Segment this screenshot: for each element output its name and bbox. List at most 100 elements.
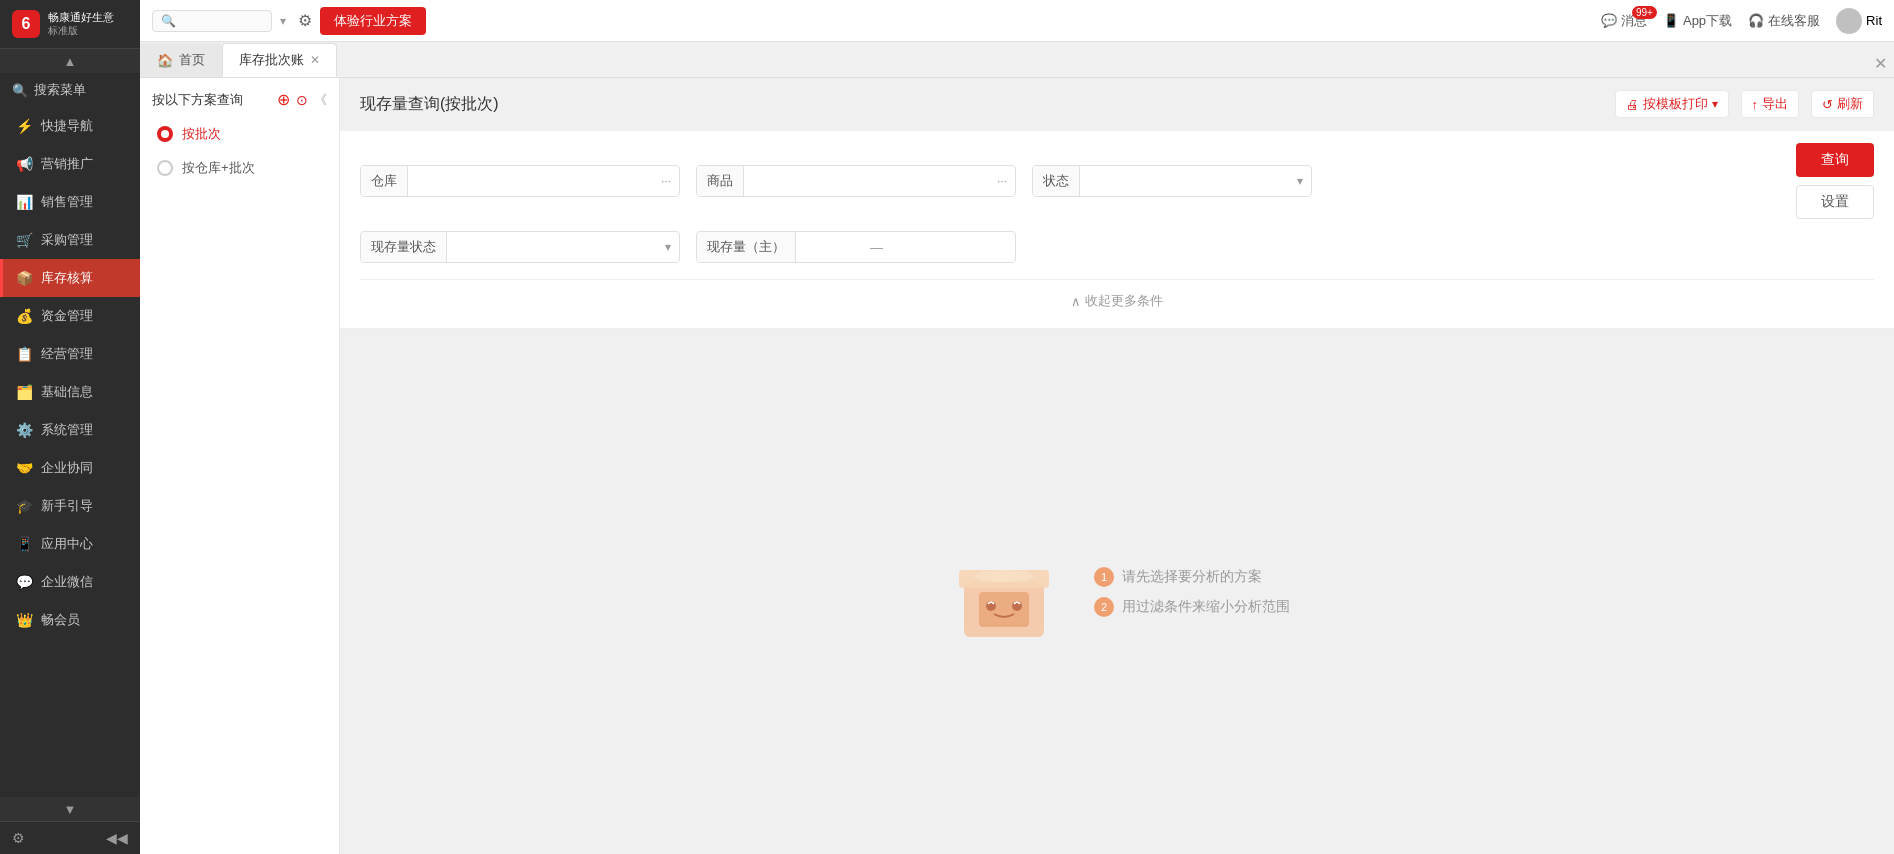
status-field[interactable]: 状态 ▾ bbox=[1032, 165, 1312, 197]
sidebar-scroll-down[interactable]: ▼ bbox=[0, 797, 140, 821]
query-button[interactable]: 查询 bbox=[1796, 143, 1874, 177]
filter-add-icon[interactable]: ⊕ bbox=[277, 90, 290, 109]
experience-btn[interactable]: 体验行业方案 bbox=[320, 7, 426, 35]
topbar-online-service[interactable]: 🎧 在线客服 bbox=[1748, 12, 1820, 30]
warehouse-more-icon[interactable]: ··· bbox=[653, 174, 679, 188]
tab-inventory-batch-label: 库存批次账 bbox=[239, 51, 304, 69]
topbar-search-box[interactable]: 🔍 bbox=[152, 10, 272, 32]
sidebar-item-system[interactable]: ⚙️ 系统管理 bbox=[0, 411, 140, 449]
sidebar-nav: ⚡ 快捷导航 📢 营销推广 📊 销售管理 🛒 采购管理 📦 库存核算 💰 资金管… bbox=[0, 107, 140, 797]
system-icon: ⚙️ bbox=[15, 421, 33, 439]
filter-panel-title: 按以下方案查询 bbox=[152, 91, 243, 109]
tab-inventory-batch[interactable]: 库存批次账 ✕ bbox=[222, 43, 337, 77]
stock-status-dropdown-icon[interactable]: ▾ bbox=[657, 240, 679, 254]
sidebar-item-marketing[interactable]: 📢 营销推广 bbox=[0, 145, 140, 183]
headset-icon: 🎧 bbox=[1748, 13, 1764, 28]
collapse-label: 收起更多条件 bbox=[1085, 292, 1163, 310]
finance-icon: 💰 bbox=[15, 307, 33, 325]
collapse-sidebar-icon[interactable]: ◀◀ bbox=[106, 830, 128, 846]
topbar-dropdown-arrow[interactable]: ▾ bbox=[280, 14, 286, 28]
purchase-icon: 🛒 bbox=[15, 231, 33, 249]
stock-status-field[interactable]: 现存量状态 ▾ bbox=[360, 231, 680, 263]
empty-illustration bbox=[944, 532, 1064, 652]
filter-panel-header: 按以下方案查询 ⊕ ⊙ 《 bbox=[140, 90, 339, 117]
sidebar-item-finance[interactable]: 💰 资金管理 bbox=[0, 297, 140, 335]
warehouse-input[interactable] bbox=[408, 174, 653, 189]
status-dropdown-icon[interactable]: ▾ bbox=[1289, 174, 1311, 188]
edition-label: 标准版 bbox=[48, 24, 114, 38]
sidebar-logo: 6 畅康通好生意 标准版 bbox=[0, 0, 140, 49]
settings-icon[interactable]: ⚙ bbox=[12, 830, 25, 846]
stock-qty-from[interactable] bbox=[796, 240, 866, 255]
print-icon: 🖨 bbox=[1626, 97, 1639, 112]
basic-icon: 🗂️ bbox=[15, 383, 33, 401]
filter-collapse-icon[interactable]: 《 bbox=[314, 91, 327, 109]
product-field[interactable]: 商品 ··· bbox=[696, 165, 1016, 197]
sidebar-search-label: 搜索菜单 bbox=[34, 81, 86, 99]
sidebar-item-new-guide[interactable]: 🎓 新手引导 bbox=[0, 487, 140, 525]
stock-qty-to[interactable] bbox=[887, 240, 957, 255]
svg-point-5 bbox=[974, 570, 1034, 582]
empty-state: 1 请先选择要分析的方案 2 用过滤条件来缩小分析范围 bbox=[340, 329, 1894, 854]
export-button[interactable]: ↑ 导出 bbox=[1741, 90, 1800, 118]
sidebar-item-label: 企业协同 bbox=[41, 459, 93, 477]
settings-button[interactable]: 设置 bbox=[1796, 185, 1874, 219]
sidebar: 6 畅康通好生意 标准版 ▲ 🔍 搜索菜单 ⚡ 快捷导航 📢 营销推广 📊 销售… bbox=[0, 0, 140, 854]
sidebar-item-enterprise-collab[interactable]: 🤝 企业协同 bbox=[0, 449, 140, 487]
filter-settings-icon[interactable]: ⊙ bbox=[296, 92, 308, 108]
status-label: 状态 bbox=[1033, 166, 1080, 196]
sidebar-item-label: 快捷导航 bbox=[41, 117, 93, 135]
sidebar-item-label: 资金管理 bbox=[41, 307, 93, 325]
filter-scheme-by-batch[interactable]: 按批次 bbox=[140, 117, 339, 151]
sidebar-item-app-center[interactable]: 📱 应用中心 bbox=[0, 525, 140, 563]
product-more-icon[interactable]: ··· bbox=[989, 174, 1015, 188]
sidebar-item-vip-club[interactable]: 👑 畅会员 bbox=[0, 601, 140, 639]
warehouse-field[interactable]: 仓库 ··· bbox=[360, 165, 680, 197]
sidebar-item-sales[interactable]: 📊 销售管理 bbox=[0, 183, 140, 221]
panel-close-button[interactable]: ✕ bbox=[1866, 49, 1894, 77]
sidebar-item-inventory[interactable]: 📦 库存核算 bbox=[0, 259, 140, 297]
filter-form-top: 仓库 ··· 商品 ··· bbox=[340, 131, 1894, 328]
refresh-button[interactable]: ↺ 刷新 bbox=[1811, 90, 1874, 118]
topbar-gear-icon[interactable]: ⚙ bbox=[298, 11, 312, 30]
sidebar-item-basic[interactable]: 🗂️ 基础信息 bbox=[0, 373, 140, 411]
empty-hints: 1 请先选择要分析的方案 2 用过滤条件来缩小分析范围 bbox=[1094, 567, 1290, 617]
filter-form-area: 仓库 ··· 商品 ··· bbox=[340, 131, 1894, 329]
print-button[interactable]: 🖨 按模板打印 ▾ bbox=[1615, 90, 1729, 118]
sidebar-item-purchase[interactable]: 🛒 采购管理 bbox=[0, 221, 140, 259]
collapse-more-btn[interactable]: ∧ 收起更多条件 bbox=[1071, 286, 1163, 316]
new-guide-icon: 🎓 bbox=[15, 497, 33, 515]
tab-close-icon[interactable]: ✕ bbox=[310, 53, 320, 67]
home-icon: 🏠 bbox=[157, 53, 173, 68]
stock-qty-field[interactable]: 现存量（主） — bbox=[696, 231, 1016, 263]
export-icon: ↑ bbox=[1752, 97, 1759, 112]
sidebar-item-label: 系统管理 bbox=[41, 421, 93, 439]
app-logo-icon: 6 bbox=[12, 10, 40, 38]
filter-panel-actions: ⊕ ⊙ 《 bbox=[277, 90, 327, 109]
sidebar-item-quick-nav[interactable]: ⚡ 快捷导航 bbox=[0, 107, 140, 145]
tab-home[interactable]: 🏠 首页 bbox=[140, 43, 222, 77]
header-actions: 🖨 按模板打印 ▾ ↑ 导出 ↺ 刷新 bbox=[1615, 90, 1875, 118]
sidebar-item-label: 应用中心 bbox=[41, 535, 93, 553]
filter-scheme-by-warehouse-batch[interactable]: 按仓库+批次 bbox=[140, 151, 339, 185]
print-dropdown-icon[interactable]: ▾ bbox=[1712, 97, 1718, 111]
topbar-message[interactable]: 💬 消息 99+ bbox=[1601, 12, 1647, 30]
message-icon: 💬 bbox=[1601, 13, 1617, 28]
search-icon: 🔍 bbox=[161, 14, 176, 28]
sidebar-search[interactable]: 🔍 搜索菜单 bbox=[0, 73, 140, 107]
empty-svg bbox=[944, 532, 1064, 652]
stock-qty-label: 现存量（主） bbox=[697, 232, 796, 262]
hint-text-2: 用过滤条件来缩小分析范围 bbox=[1122, 598, 1290, 616]
warehouse-label: 仓库 bbox=[361, 166, 408, 196]
product-input[interactable] bbox=[744, 174, 989, 189]
sales-icon: 📊 bbox=[15, 193, 33, 211]
sidebar-item-enterprise-wechat[interactable]: 💬 企业微信 bbox=[0, 563, 140, 601]
filter-scheme-by-batch-label: 按批次 bbox=[182, 125, 221, 143]
product-label: 商品 bbox=[697, 166, 744, 196]
scheme-icon2 bbox=[156, 159, 174, 177]
topbar-app-download[interactable]: 📱 App下载 bbox=[1663, 12, 1732, 30]
sidebar-scroll-up[interactable]: ▲ bbox=[0, 49, 140, 73]
topbar-user[interactable]: Rit bbox=[1836, 8, 1882, 34]
page-title: 现存量查询(按批次) bbox=[360, 94, 499, 115]
sidebar-item-operations[interactable]: 📋 经营管理 bbox=[0, 335, 140, 373]
